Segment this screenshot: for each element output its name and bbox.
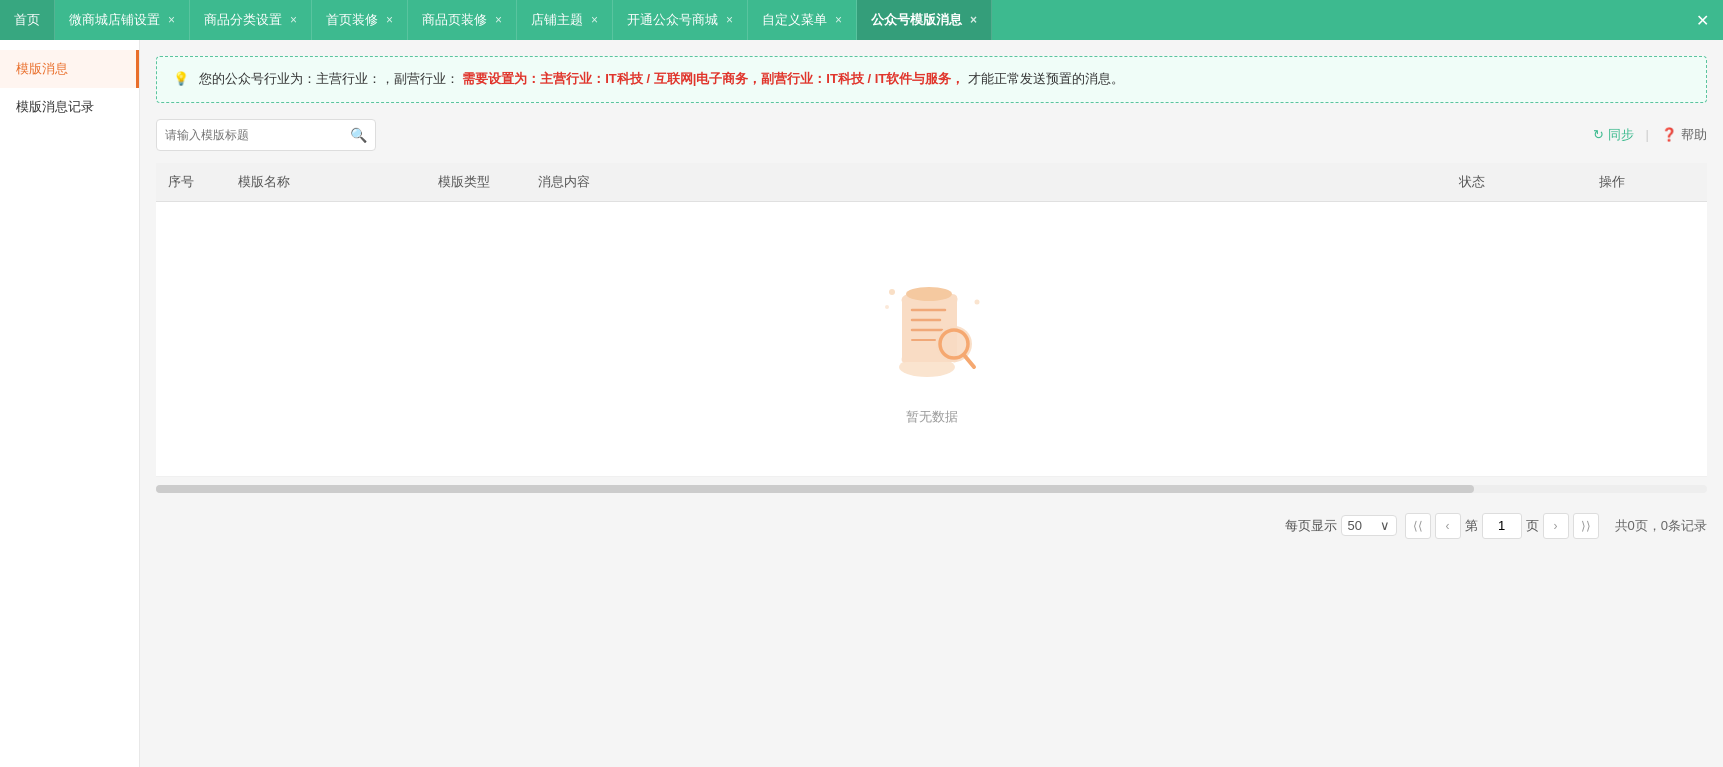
pipe-divider: | <box>1646 127 1649 142</box>
tab-open-mall[interactable]: 开通公众号商城 × <box>613 0 748 40</box>
tab-home[interactable]: 首页 <box>0 0 55 40</box>
page-size-label: 每页显示 <box>1285 517 1337 535</box>
col-header-type: 模版类型 <box>426 163 526 202</box>
horizontal-scrollbar[interactable] <box>156 485 1707 493</box>
page-size-dropdown[interactable]: 50 ∨ <box>1341 515 1397 536</box>
tab-template-msg-label: 公众号模版消息 <box>871 11 962 29</box>
page-number-input[interactable] <box>1482 513 1522 539</box>
first-page-button[interactable]: ⟨⟨ <box>1405 513 1431 539</box>
sync-button[interactable]: ↻ 同步 <box>1593 126 1634 144</box>
tab-home-decor-label: 首页装修 <box>326 11 378 29</box>
empty-illustration <box>872 272 992 392</box>
scrollbar-thumb[interactable] <box>156 485 1474 493</box>
tab-product-decor-label: 商品页装修 <box>422 11 487 29</box>
prev-page-button[interactable]: ‹ <box>1435 513 1461 539</box>
page-input-wrap: 第 页 <box>1465 513 1539 539</box>
close-tab-home-decor[interactable]: × <box>386 14 393 26</box>
close-tab-open-mall[interactable]: × <box>726 14 733 26</box>
data-table: 序号 模版名称 模版类型 消息内容 状态 操作 <box>156 163 1707 477</box>
tab-shop-theme-label: 店铺主题 <box>531 11 583 29</box>
svg-point-1 <box>906 287 952 301</box>
svg-line-8 <box>964 355 974 367</box>
page-size-select: 每页显示 50 ∨ <box>1285 515 1397 536</box>
close-tab-product-category[interactable]: × <box>290 14 297 26</box>
notice-suffix: 才能正常发送预置的消息。 <box>968 71 1124 86</box>
close-all-tabs-button[interactable]: ✕ <box>1682 0 1723 40</box>
search-input-wrap[interactable]: 🔍 <box>156 119 376 151</box>
chevron-down-icon: ∨ <box>1380 518 1390 533</box>
svg-point-10 <box>885 305 889 309</box>
tab-home-decor[interactable]: 首页装修 × <box>312 0 408 40</box>
page-unit-label: 页 <box>1526 517 1539 535</box>
notice-prefix: 您的公众号行业为：主营行业：，副营行业： <box>199 71 459 86</box>
close-tab-template-msg[interactable]: × <box>970 14 977 26</box>
search-input[interactable] <box>165 128 350 142</box>
main-layout: 模版消息 模版消息记录 💡 您的公众号行业为：主营行业：，副营行业： 需要设置为… <box>0 40 1723 767</box>
tab-open-mall-label: 开通公众号商城 <box>627 11 718 29</box>
pagination-bar: 每页显示 50 ∨ ⟨⟨ ‹ 第 页 › ⟩⟩ 共0页，0条记录 <box>156 501 1707 539</box>
sidebar: 模版消息 模版消息记录 <box>0 40 140 767</box>
tab-product-category[interactable]: 商品分类设置 × <box>190 0 312 40</box>
sync-icon: ↻ <box>1593 127 1604 142</box>
total-info: 共0页，0条记录 <box>1615 517 1707 535</box>
tab-shop-theme[interactable]: 店铺主题 × <box>517 0 613 40</box>
col-header-action: 操作 <box>1587 163 1707 202</box>
empty-state: 暂无数据 <box>168 212 1695 466</box>
content-area: 💡 您的公众号行业为：主营行业：，副营行业： 需要设置为：主营行业：IT科技 /… <box>140 40 1723 767</box>
last-page-button[interactable]: ⟩⟩ <box>1573 513 1599 539</box>
tab-template-msg[interactable]: 公众号模版消息 × <box>857 0 992 40</box>
search-bar: 🔍 ↻ 同步 | ❓ 帮助 <box>156 119 1707 151</box>
sidebar-item-template-msg[interactable]: 模版消息 <box>0 50 139 88</box>
col-header-content: 消息内容 <box>526 163 1447 202</box>
svg-point-11 <box>974 299 979 304</box>
tab-product-category-label: 商品分类设置 <box>204 11 282 29</box>
notice-icon: 💡 <box>173 71 189 86</box>
notice-highlight: 需要设置为：主营行业：IT科技 / 互联网|电子商务，副营行业：IT科技 / I… <box>462 71 964 86</box>
tab-shop-settings-label: 微商城店铺设置 <box>69 11 160 29</box>
close-tab-product-decor[interactable]: × <box>495 14 502 26</box>
help-button[interactable]: ❓ 帮助 <box>1661 126 1707 144</box>
empty-text: 暂无数据 <box>168 408 1695 426</box>
help-icon: ❓ <box>1661 127 1677 142</box>
close-tab-shop-settings[interactable]: × <box>168 14 175 26</box>
sidebar-item-template-record[interactable]: 模版消息记录 <box>0 88 139 126</box>
top-navigation: 首页 微商城店铺设置 × 商品分类设置 × 首页装修 × 商品页装修 × 店铺主… <box>0 0 1723 40</box>
tab-custom-menu[interactable]: 自定义菜单 × <box>748 0 857 40</box>
next-page-button[interactable]: › <box>1543 513 1569 539</box>
col-header-status: 状态 <box>1447 163 1587 202</box>
table-header-row: 序号 模版名称 模版类型 消息内容 状态 操作 <box>156 163 1707 202</box>
close-tab-shop-theme[interactable]: × <box>591 14 598 26</box>
notice-box: 💡 您的公众号行业为：主营行业：，副营行业： 需要设置为：主营行业：IT科技 /… <box>156 56 1707 103</box>
empty-state-cell: 暂无数据 <box>156 201 1707 476</box>
tab-product-decor[interactable]: 商品页装修 × <box>408 0 517 40</box>
col-header-name: 模版名称 <box>226 163 426 202</box>
search-actions: ↻ 同步 | ❓ 帮助 <box>1593 126 1707 144</box>
search-icon[interactable]: 🔍 <box>350 127 367 143</box>
page-size-value: 50 <box>1348 518 1362 533</box>
col-header-seq: 序号 <box>156 163 226 202</box>
page-di-label: 第 <box>1465 517 1478 535</box>
page-navigation: ⟨⟨ ‹ 第 页 › ⟩⟩ <box>1405 513 1599 539</box>
tab-home-label: 首页 <box>14 11 40 29</box>
tab-custom-menu-label: 自定义菜单 <box>762 11 827 29</box>
close-tab-custom-menu[interactable]: × <box>835 14 842 26</box>
svg-point-9 <box>889 289 895 295</box>
help-label: 帮助 <box>1681 126 1707 144</box>
tab-shop-settings[interactable]: 微商城店铺设置 × <box>55 0 190 40</box>
sync-label: 同步 <box>1608 126 1634 144</box>
